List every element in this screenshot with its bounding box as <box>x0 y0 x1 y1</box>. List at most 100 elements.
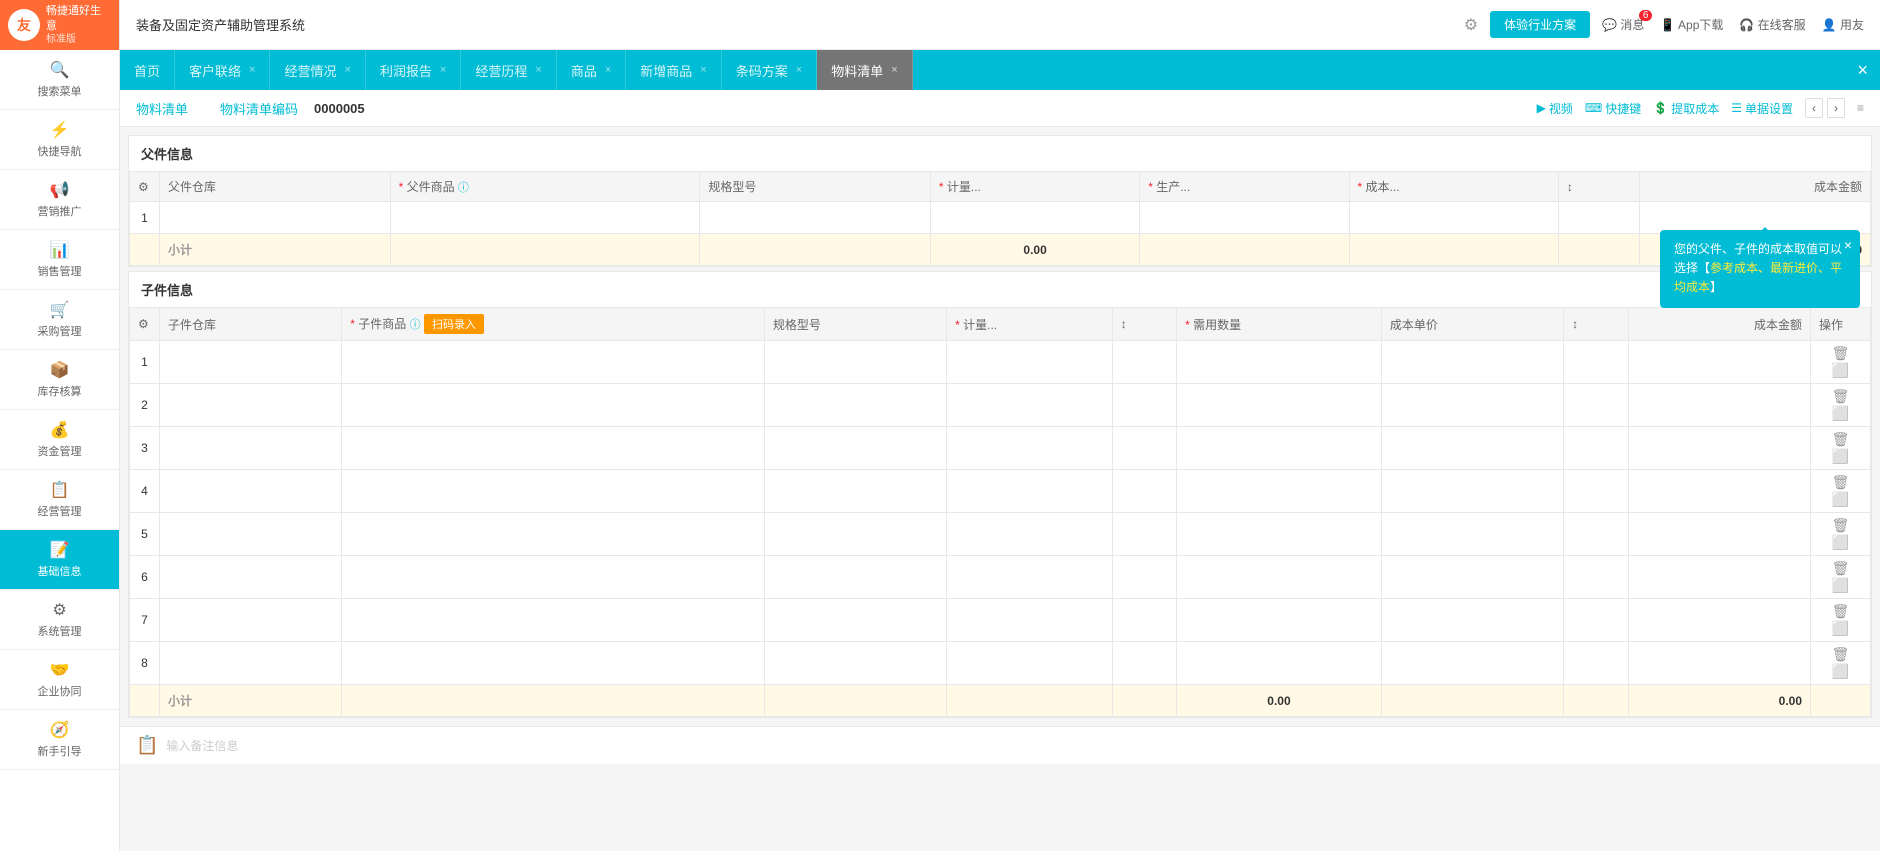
child-row-5-warehouse[interactable] <box>160 513 342 556</box>
child-row-4-warehouse[interactable] <box>160 470 342 513</box>
tab-bom[interactable]: 物料清单 × <box>817 50 912 90</box>
close-all-tabs[interactable]: × <box>1845 60 1880 81</box>
footer-text[interactable]: 输入备注信息 <box>166 737 238 754</box>
child-row-3-goods[interactable] <box>342 427 765 470</box>
tab-customer[interactable]: 客户联络 × <box>175 50 270 90</box>
child-row-8-qty[interactable] <box>1177 642 1382 685</box>
delete-icon-8[interactable]: 🗑 <box>1832 646 1850 662</box>
child-row-7-goods[interactable] <box>342 599 765 642</box>
sidebar-item-guide[interactable]: 🧭 新手引导 <box>0 710 119 770</box>
tab-goods-close[interactable]: × <box>605 64 611 76</box>
child-row-6-spec[interactable] <box>764 556 946 599</box>
child-row-3-unit[interactable] <box>947 427 1112 470</box>
child-row-4-spec[interactable] <box>764 470 946 513</box>
expand-icon[interactable]: ≡ <box>1857 101 1864 115</box>
child-row-1-qty[interactable] <box>1177 341 1382 384</box>
child-row-2-unit[interactable] <box>947 384 1112 427</box>
tab-barcode[interactable]: 条码方案 × <box>722 50 817 90</box>
tab-barcode-close[interactable]: × <box>796 64 802 76</box>
child-row-6-warehouse[interactable] <box>160 556 342 599</box>
copy-icon-7[interactable]: ⬜ <box>1832 620 1849 636</box>
child-row-6-goods[interactable] <box>342 556 765 599</box>
child-row-5-spec[interactable] <box>764 513 946 556</box>
child-row-2-qty[interactable] <box>1177 384 1382 427</box>
sidebar-item-purchase[interactable]: 🛒 采购管理 <box>0 290 119 350</box>
child-row-2-goods[interactable] <box>342 384 765 427</box>
sidebar-item-system[interactable]: ⚙ 系统管理 <box>0 590 119 650</box>
sidebar-item-sales[interactable]: 📊 销售管理 <box>0 230 119 290</box>
parent-row-1-unit[interactable] <box>930 202 1139 234</box>
child-row-3-amount[interactable] <box>1628 427 1810 470</box>
child-row-2-amount[interactable] <box>1628 384 1810 427</box>
copy-icon-6[interactable]: ⬜ <box>1832 577 1849 593</box>
child-row-6-unit[interactable] <box>947 556 1112 599</box>
app-download-button[interactable]: 📱 App下载 <box>1660 16 1723 33</box>
child-row-4-goods[interactable] <box>342 470 765 513</box>
message-button[interactable]: 💬 6 消息 <box>1602 16 1644 33</box>
prev-button[interactable]: ‹ <box>1805 98 1823 118</box>
tab-goods[interactable]: 商品 × <box>557 50 626 90</box>
shortcut-button[interactable]: ⌨ 快捷键 <box>1585 100 1641 117</box>
breadcrumb-bom-list[interactable]: 物料清单 <box>136 99 188 118</box>
trial-button[interactable]: 体验行业方案 <box>1490 11 1590 38</box>
child-row-1-spec[interactable] <box>764 341 946 384</box>
sidebar-item-collab[interactable]: 🤝 企业协同 <box>0 650 119 710</box>
sidebar-item-marketing[interactable]: 📢 营销推广 <box>0 170 119 230</box>
child-row-4-qty[interactable] <box>1177 470 1382 513</box>
child-row-1-goods[interactable] <box>342 341 765 384</box>
child-row-4-unit[interactable] <box>947 470 1112 513</box>
child-row-2-warehouse[interactable] <box>160 384 342 427</box>
single-settings-button[interactable]: ☰ 单据设置 <box>1731 100 1793 117</box>
child-row-1-unit-cost[interactable] <box>1381 341 1563 384</box>
copy-icon-5[interactable]: ⬜ <box>1832 534 1849 550</box>
tab-history[interactable]: 经营历程 × <box>461 50 556 90</box>
user-menu[interactable]: 👤 用友 <box>1822 16 1864 33</box>
child-row-2-unit-cost[interactable] <box>1381 384 1563 427</box>
child-row-8-warehouse[interactable] <box>160 642 342 685</box>
tab-profit-close[interactable]: × <box>440 64 446 76</box>
breadcrumb-bom-code[interactable]: 物料清单编码 <box>220 99 298 118</box>
delete-icon-1[interactable]: 🗑 <box>1832 345 1850 361</box>
copy-icon-3[interactable]: ⬜ <box>1832 448 1849 464</box>
cost-button[interactable]: 💲 提取成本 <box>1653 100 1719 117</box>
tab-operation-status-close[interactable]: × <box>344 64 350 76</box>
tab-new-goods-close[interactable]: × <box>700 64 706 76</box>
tab-profit[interactable]: 利润报告 × <box>366 50 461 90</box>
child-row-8-amount[interactable] <box>1628 642 1810 685</box>
child-row-3-warehouse[interactable] <box>160 427 342 470</box>
sidebar-item-inventory[interactable]: 📦 库存核算 <box>0 350 119 410</box>
delete-icon-3[interactable]: 🗑 <box>1832 431 1850 447</box>
sidebar-item-operation[interactable]: 📋 经营管理 <box>0 470 119 530</box>
child-row-3-qty[interactable] <box>1177 427 1382 470</box>
next-button[interactable]: › <box>1827 98 1845 118</box>
tooltip-close[interactable]: × <box>1844 234 1852 256</box>
child-row-6-unit-cost[interactable] <box>1381 556 1563 599</box>
child-row-7-unit[interactable] <box>947 599 1112 642</box>
copy-icon-4[interactable]: ⬜ <box>1832 491 1849 507</box>
parent-row-1-spec[interactable] <box>700 202 931 234</box>
copy-icon-1[interactable]: ⬜ <box>1832 362 1849 378</box>
sidebar-item-finance[interactable]: 💰 资金管理 <box>0 410 119 470</box>
scan-button[interactable]: 扫码录入 <box>424 314 484 334</box>
delete-icon-6[interactable]: 🗑 <box>1832 560 1850 576</box>
delete-icon-2[interactable]: 🗑 <box>1832 388 1850 404</box>
settings-icon[interactable]: ⚙ <box>1464 15 1478 35</box>
child-row-6-qty[interactable] <box>1177 556 1382 599</box>
tab-new-goods[interactable]: 新增商品 × <box>626 50 721 90</box>
child-row-1-amount[interactable] <box>1628 341 1810 384</box>
child-row-2-spec[interactable] <box>764 384 946 427</box>
child-row-4-amount[interactable] <box>1628 470 1810 513</box>
child-row-8-unit[interactable] <box>947 642 1112 685</box>
tab-home[interactable]: 首页 <box>120 50 175 90</box>
child-row-6-amount[interactable] <box>1628 556 1810 599</box>
child-row-4-unit-cost[interactable] <box>1381 470 1563 513</box>
child-row-5-qty[interactable] <box>1177 513 1382 556</box>
tab-customer-close[interactable]: × <box>249 64 255 76</box>
tab-operation-status[interactable]: 经营情况 × <box>270 50 365 90</box>
child-row-7-qty[interactable] <box>1177 599 1382 642</box>
parent-row-1-amount[interactable] <box>1640 202 1871 234</box>
child-row-5-unit[interactable] <box>947 513 1112 556</box>
child-row-1-unit[interactable] <box>947 341 1112 384</box>
child-row-5-goods[interactable] <box>342 513 765 556</box>
copy-icon-2[interactable]: ⬜ <box>1832 405 1849 421</box>
